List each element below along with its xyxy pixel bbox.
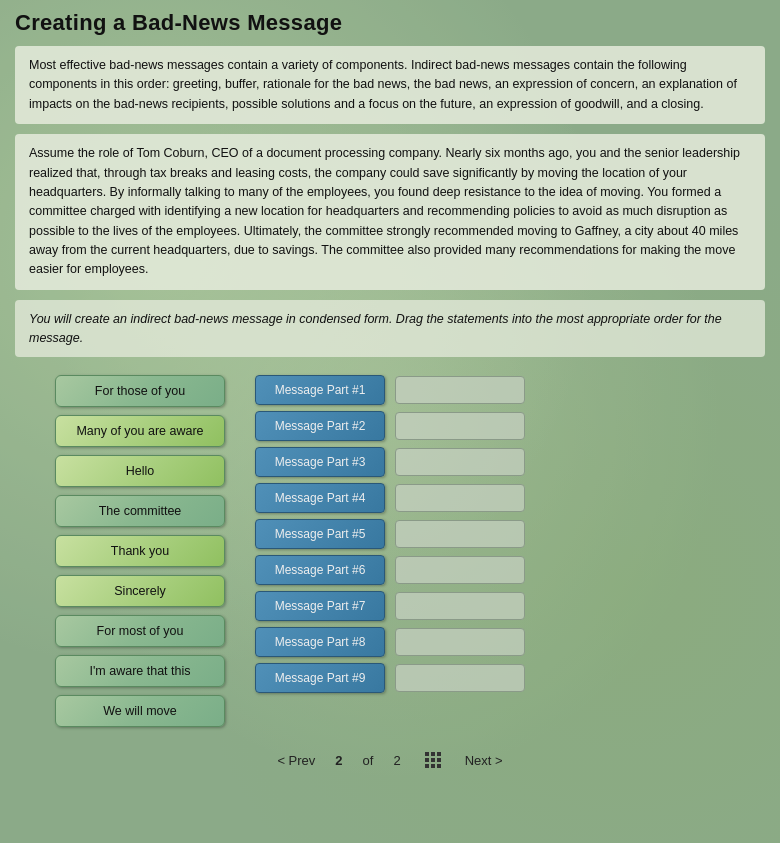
message-parts-column: Message Part #1 Message Part #2 Message Pa… [255, 375, 725, 727]
grid-dot [437, 764, 441, 768]
grid-dot [437, 752, 441, 756]
message-part-label-1: Message Part #1 [255, 375, 385, 405]
drag-item-item6[interactable]: Sincerely [55, 575, 225, 607]
message-part-drop-6[interactable] [395, 556, 525, 584]
description-block-2: Assume the role of Tom Coburn, CEO of a … [15, 134, 765, 290]
drag-item-item8[interactable]: I'm aware that this [55, 655, 225, 687]
current-page: 2 [335, 753, 342, 768]
grid-icon [425, 752, 441, 768]
grid-dot [431, 764, 435, 768]
grid-dot [425, 752, 429, 756]
grid-dot [431, 752, 435, 756]
grid-dot [431, 758, 435, 762]
page-container: Creating a Bad-News Message Most effecti… [0, 0, 780, 843]
message-part-row-7: Message Part #7 [255, 591, 725, 621]
instruction-block: You will create an indirect bad-news mes… [15, 300, 765, 358]
page-title: Creating a Bad-News Message [15, 10, 765, 36]
drag-item-item5[interactable]: Thank you [55, 535, 225, 567]
message-part-drop-3[interactable] [395, 448, 525, 476]
message-part-label-7: Message Part #7 [255, 591, 385, 621]
message-part-row-4: Message Part #4 [255, 483, 725, 513]
description-text-2: Assume the role of Tom Coburn, CEO of a … [29, 144, 751, 280]
message-part-label-8: Message Part #8 [255, 627, 385, 657]
instruction-text: You will create an indirect bad-news mes… [29, 310, 751, 348]
message-part-row-5: Message Part #5 [255, 519, 725, 549]
description-block-1: Most effective bad-news messages contain… [15, 46, 765, 124]
message-part-row-3: Message Part #3 [255, 447, 725, 477]
page-total: 2 [393, 753, 400, 768]
next-button[interactable]: Next > [465, 753, 503, 768]
message-part-row-1: Message Part #1 [255, 375, 725, 405]
drag-item-item4[interactable]: The committee [55, 495, 225, 527]
message-part-drop-7[interactable] [395, 592, 525, 620]
drag-items-column: For those of you Many of you are aware Hel… [55, 375, 225, 727]
grid-dot [425, 764, 429, 768]
message-part-label-5: Message Part #5 [255, 519, 385, 549]
message-part-row-9: Message Part #9 [255, 663, 725, 693]
drag-item-item3[interactable]: Hello [55, 455, 225, 487]
grid-dot [425, 758, 429, 762]
message-part-drop-8[interactable] [395, 628, 525, 656]
message-part-label-2: Message Part #2 [255, 411, 385, 441]
message-part-drop-4[interactable] [395, 484, 525, 512]
message-part-row-2: Message Part #2 [255, 411, 725, 441]
pagination-bar: < Prev 2 of 2 Next > [15, 752, 765, 778]
page-current: 2 [335, 753, 342, 768]
grid-dot [437, 758, 441, 762]
message-part-drop-5[interactable] [395, 520, 525, 548]
message-part-row-6: Message Part #6 [255, 555, 725, 585]
description-text-1: Most effective bad-news messages contain… [29, 56, 751, 114]
drag-item-item9[interactable]: We will move [55, 695, 225, 727]
message-part-drop-9[interactable] [395, 664, 525, 692]
message-part-label-9: Message Part #9 [255, 663, 385, 693]
message-part-label-4: Message Part #4 [255, 483, 385, 513]
drag-item-item1[interactable]: For those of you [55, 375, 225, 407]
page-separator: of [363, 753, 374, 768]
message-part-drop-1[interactable] [395, 376, 525, 404]
prev-button[interactable]: < Prev [277, 753, 315, 768]
drag-area: For those of you Many of you are aware Hel… [15, 375, 765, 727]
message-part-drop-2[interactable] [395, 412, 525, 440]
message-part-row-8: Message Part #8 [255, 627, 725, 657]
drag-item-item2[interactable]: Many of you are aware [55, 415, 225, 447]
message-part-label-3: Message Part #3 [255, 447, 385, 477]
drag-item-item7[interactable]: For most of you [55, 615, 225, 647]
message-part-label-6: Message Part #6 [255, 555, 385, 585]
